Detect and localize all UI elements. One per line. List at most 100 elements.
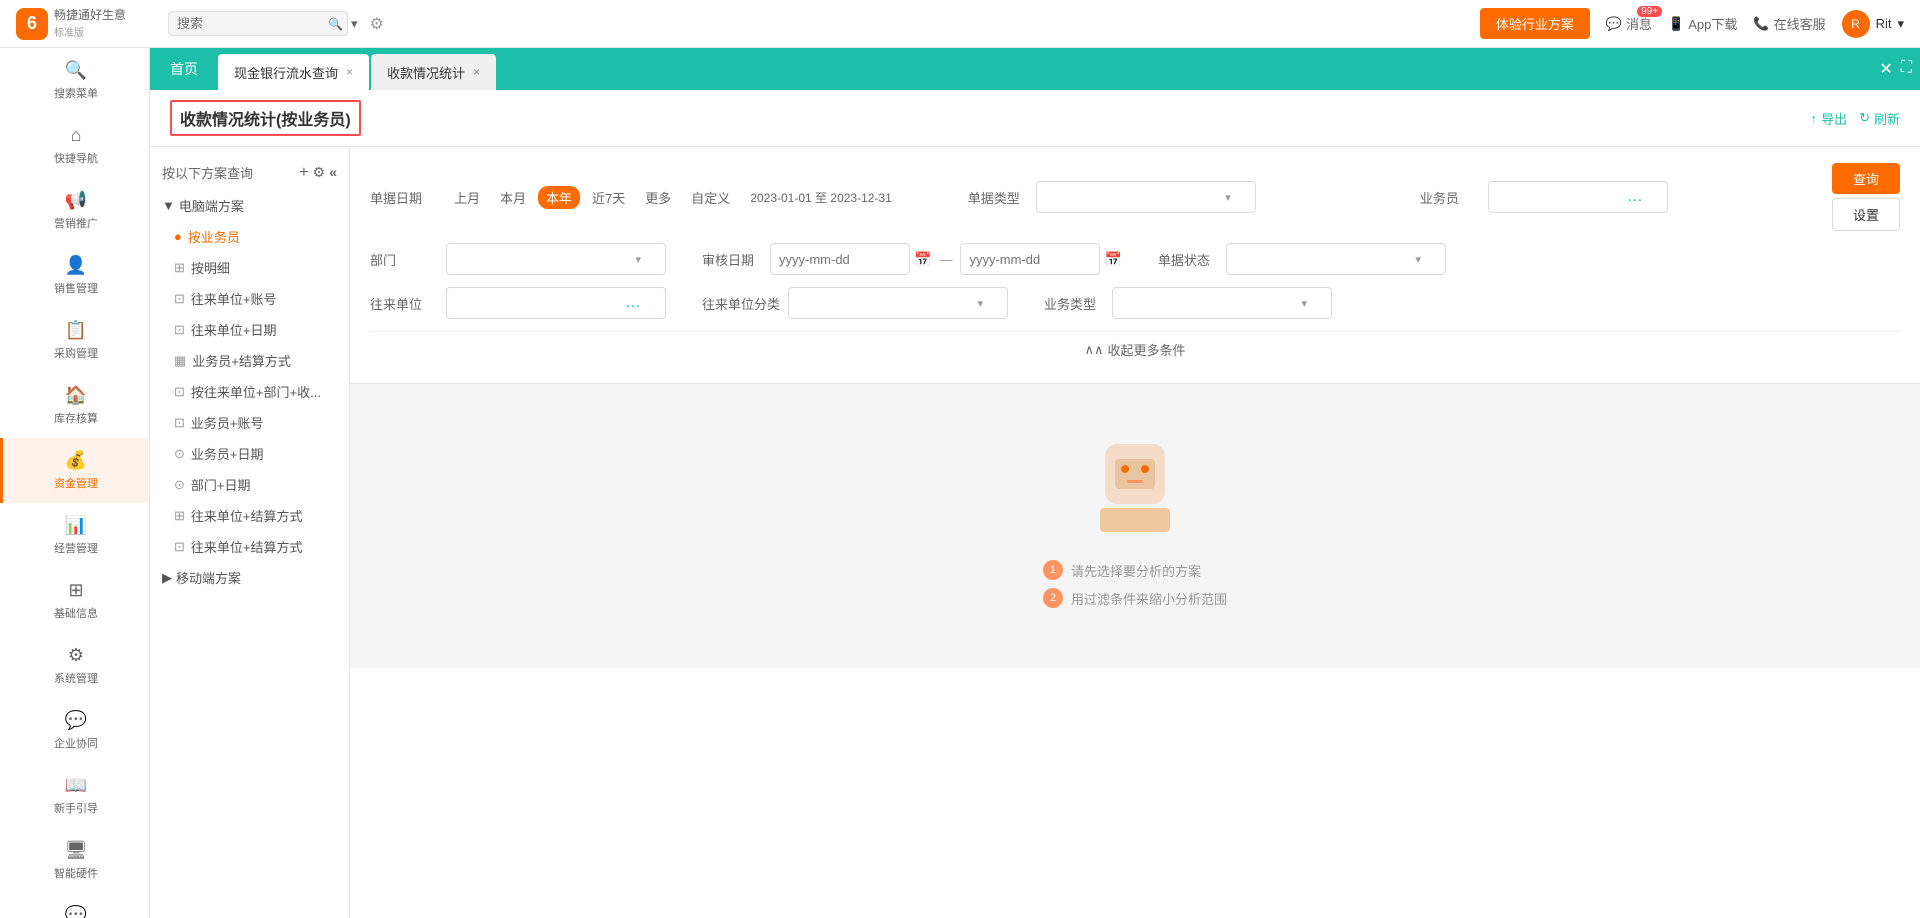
- tree-item-0-8[interactable]: ⊙部门+日期: [150, 469, 349, 500]
- sidebar-item-2[interactable]: 📢 营销推广: [0, 178, 149, 243]
- date-tab-more[interactable]: 更多: [637, 186, 679, 209]
- app-download-link[interactable]: 📱 App下载: [1668, 14, 1737, 33]
- collapse-icon: ∧∧: [1084, 342, 1103, 358]
- sidebar-item-8[interactable]: ⊞ 基础信息: [0, 568, 149, 633]
- messages-area[interactable]: 💬 消息 99+: [1606, 14, 1652, 33]
- tree-item-0-0[interactable]: ●按业务员: [150, 221, 349, 252]
- filter-row-date: 单据日期 上月 本月 本年 近7天 更多 自定义 2023-01-01: [370, 163, 1900, 231]
- tree-item-icon-0-10: ⊡: [174, 539, 185, 555]
- partner-cat-chevron: ▾: [977, 297, 983, 310]
- tree-item-0-6[interactable]: ⊡业务员+账号: [150, 407, 349, 438]
- tab-collection[interactable]: 收款情况统计 ×: [371, 54, 496, 90]
- add-scheme-icon[interactable]: +: [299, 164, 308, 182]
- sidebar-item-13[interactable]: 💬 企业微信: [0, 893, 149, 918]
- sidebar-icon-4: 📋: [65, 320, 87, 341]
- tab1-close-icon[interactable]: ×: [346, 65, 353, 79]
- top-settings-icon[interactable]: ⚙: [369, 14, 383, 34]
- fullscreen-icon[interactable]: ⛶: [1901, 59, 1912, 79]
- sidebar-item-11[interactable]: 📖 新手引导: [0, 763, 149, 828]
- tree-group-0: ▼ 电脑端方案●按业务员⊞按明细⊡往来单位+账号⊡往来单位+日期▦业务员+结算方…: [150, 190, 349, 562]
- close-all-icon[interactable]: ✕: [1879, 59, 1892, 79]
- top-bar: 6 畅捷通好生意 标准版 🔍 ▾ ⚙ 体验行业方案 💬 消息 99+ 📱 App…: [0, 0, 1920, 48]
- tree-group-title-1[interactable]: ▶ 移动端方案: [150, 562, 349, 593]
- audit-date-to[interactable]: [960, 243, 1100, 275]
- tree-item-0-2[interactable]: ⊡往来单位+账号: [150, 283, 349, 314]
- dropdown-arrow[interactable]: ▾: [351, 16, 358, 32]
- type-select[interactable]: ▾: [1036, 181, 1256, 213]
- message-icon: 💬: [1606, 16, 1622, 32]
- type-chevron: ▾: [1225, 191, 1231, 204]
- dept-select[interactable]: ▾: [446, 243, 666, 275]
- collapse-panel-icon[interactable]: «: [329, 164, 337, 182]
- sidebar-label-5: 库存核算: [54, 410, 98, 426]
- tree-item-0-4[interactable]: ▦业务员+结算方式: [150, 345, 349, 376]
- sidebar-item-9[interactable]: ⚙ 系统管理: [0, 633, 149, 698]
- sidebar-icon-0: 🔍: [65, 60, 87, 81]
- date-tab-this-year[interactable]: 本年: [538, 186, 580, 209]
- tree-group-title-0[interactable]: ▼ 电脑端方案: [150, 190, 349, 221]
- sidebar-item-3[interactable]: 👤 销售管理: [0, 243, 149, 308]
- sidebar-item-5[interactable]: 🏠 库存核算: [0, 373, 149, 438]
- sidebar-icon-12: 🖥: [65, 840, 88, 861]
- filter-area: 单据日期 上月 本月 本年 近7天 更多 自定义 2023-01-01: [350, 147, 1920, 384]
- sidebar-item-0[interactable]: 🔍 搜索菜单: [0, 48, 149, 113]
- top-bar-right: 体验行业方案 💬 消息 99+ 📱 App下载 📞 在线客服 R Rit ▾: [1480, 8, 1904, 39]
- sidebar-item-7[interactable]: 📊 经营管理: [0, 503, 149, 568]
- scheme-settings-icon[interactable]: ⚙: [313, 164, 326, 182]
- trial-button[interactable]: 体验行业方案: [1480, 8, 1590, 39]
- sidebar-icon-11: 📖: [65, 775, 87, 796]
- cal-to-icon[interactable]: 📅: [1104, 251, 1121, 268]
- sidebar-item-4[interactable]: 📋 采购管理: [0, 308, 149, 373]
- date-tab-last-month[interactable]: 上月: [446, 186, 488, 209]
- sidebar: 🔍 搜索菜单 ⌂ 快捷导航 📢 营销推广 👤 销售管理 📋 采购管理 🏠 库存核…: [0, 48, 150, 918]
- sidebar-icon-6: 💰: [65, 450, 87, 471]
- tab-cash-flow[interactable]: 现金银行流水查询 ×: [218, 54, 369, 90]
- tree-item-0-1[interactable]: ⊞按明细: [150, 252, 349, 283]
- type-filter-label: 单据类型: [968, 188, 1028, 207]
- refresh-button[interactable]: ↻ 刷新: [1859, 109, 1900, 128]
- date-tab-custom[interactable]: 自定义: [683, 186, 738, 209]
- sidebar-icon-5: 🏠: [65, 385, 87, 406]
- date-tab-this-month[interactable]: 本月: [492, 186, 534, 209]
- tree-item-0-7[interactable]: ⊙业务员+日期: [150, 438, 349, 469]
- dept-filter-label: 部门: [370, 250, 430, 269]
- online-service-link[interactable]: 📞 在线客服: [1753, 14, 1825, 33]
- cal-from-icon[interactable]: 📅: [914, 251, 931, 268]
- salesperson-select[interactable]: …: [1488, 181, 1668, 213]
- sidebar-item-10[interactable]: 💬 企业协同: [0, 698, 149, 763]
- audit-date-from[interactable]: [770, 243, 910, 275]
- tree-item-0-3[interactable]: ⊡往来单位+日期: [150, 314, 349, 345]
- partner-cat-label: 往来单位分类: [702, 294, 780, 313]
- tree-item-0-5[interactable]: ⊡按往来单位+部门+收...: [150, 376, 349, 407]
- tree-group-collapsed-1[interactable]: [150, 593, 349, 605]
- tree-group-1: ▶ 移动端方案: [150, 562, 349, 605]
- tab2-close-icon[interactable]: ×: [473, 65, 480, 79]
- tab-home[interactable]: 首页: [150, 48, 218, 90]
- date-tab-7days[interactable]: 近7天: [584, 186, 633, 209]
- partner-cat-select[interactable]: ▾: [788, 287, 1008, 319]
- collapse-filters-btn[interactable]: ∧∧ 收起更多条件: [370, 331, 1900, 367]
- tree-item-0-10[interactable]: ⊡往来单位+结算方式: [150, 531, 349, 562]
- sidebar-item-6[interactable]: 💰 资金管理: [0, 438, 149, 503]
- sidebar-item-12[interactable]: 🖥 智能硬件: [0, 828, 149, 893]
- export-button[interactable]: ↑ 导出: [1811, 109, 1848, 128]
- search-input[interactable]: [168, 11, 348, 36]
- sidebar-icon-13: 💬: [65, 905, 87, 918]
- sidebar-label-11: 新手引导: [54, 800, 98, 816]
- audit-date-from-group: 📅: [770, 243, 931, 275]
- query-button[interactable]: 查询: [1832, 163, 1900, 194]
- page-header: 收款情况统计(按业务员) ↑ 导出 ↻ 刷新: [150, 90, 1920, 147]
- tree-item-icon-0-1: ⊞: [174, 260, 185, 276]
- sidebar-label-9: 系统管理: [54, 670, 98, 686]
- partner-select[interactable]: …: [446, 287, 666, 319]
- user-menu[interactable]: R Rit ▾: [1842, 10, 1904, 38]
- status-select[interactable]: ▾: [1226, 243, 1446, 275]
- username: Rit: [1876, 16, 1892, 31]
- salesperson-more-icon[interactable]: …: [1627, 188, 1643, 206]
- tree-item-0-9[interactable]: ⊞往来单位+结算方式: [150, 500, 349, 531]
- sidebar-item-1[interactable]: ⌂ 快捷导航: [0, 113, 149, 178]
- biz-type-select[interactable]: ▾: [1112, 287, 1332, 319]
- partner-more-icon[interactable]: …: [625, 294, 641, 312]
- settings-button[interactable]: 设置: [1832, 198, 1900, 231]
- service-icon: 📞: [1753, 16, 1769, 32]
